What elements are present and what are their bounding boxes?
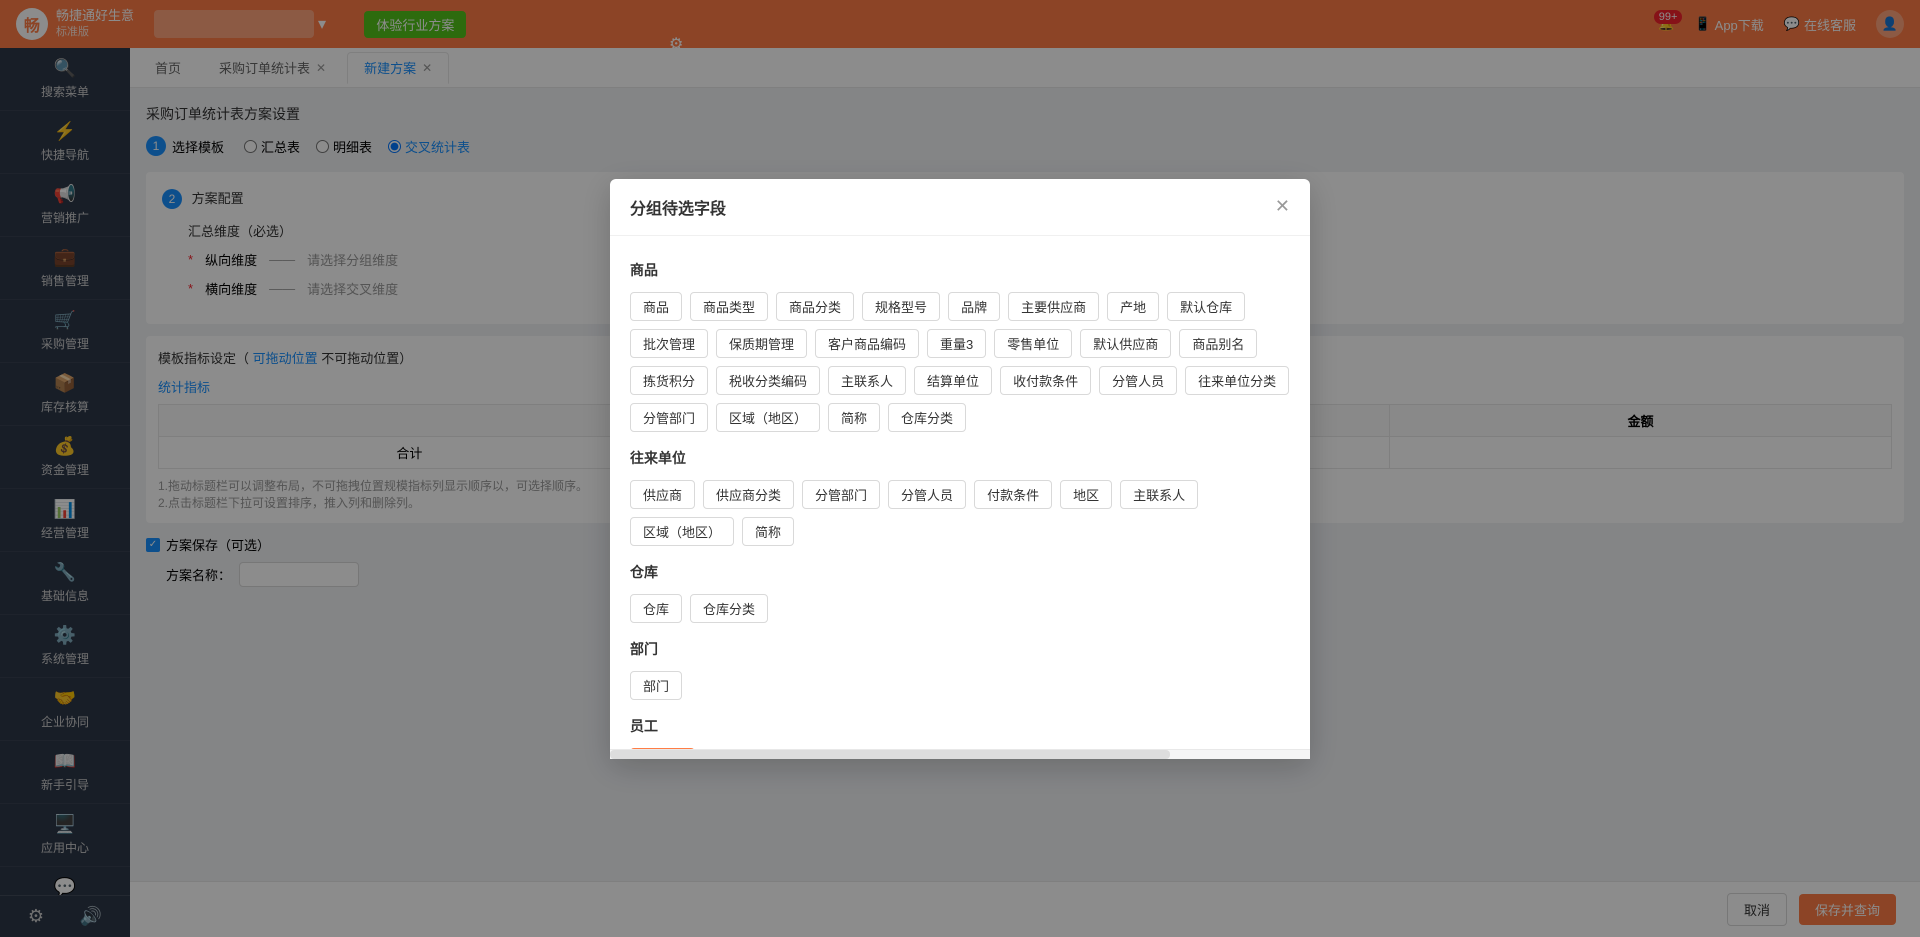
field-tag[interactable]: 商品分类 — [776, 292, 854, 321]
field-tag[interactable]: 主联系人 — [828, 366, 906, 395]
field-select-modal: 分组待选字段 ✕ 商品 商品 商品类型 商品分类 规格型号 品牌 主要供应商 产… — [610, 179, 1310, 759]
field-tag[interactable]: 区域（地区） — [630, 517, 734, 546]
field-tag[interactable]: 主要供应商 — [1008, 292, 1099, 321]
field-tag[interactable]: 产地 — [1107, 292, 1159, 321]
field-tag[interactable]: 分管人员 — [888, 480, 966, 509]
field-tag[interactable]: 付款条件 — [974, 480, 1052, 509]
modal-title: 分组待选字段 — [630, 195, 726, 219]
field-tag[interactable]: 零售单位 — [994, 329, 1072, 358]
field-tag[interactable]: 仓库分类 — [888, 403, 966, 432]
warehouse-field-grid: 仓库 仓库分类 — [630, 594, 1290, 623]
section-title-warehouse: 仓库 — [630, 562, 1290, 582]
field-tag[interactable]: 仓库 — [630, 594, 682, 623]
section-title-staff: 员工 — [630, 716, 1290, 736]
field-tag[interactable]: 规格型号 — [862, 292, 940, 321]
field-tag[interactable]: 简称 — [828, 403, 880, 432]
modal-overlay: 分组待选字段 ✕ 商品 商品 商品类型 商品分类 规格型号 品牌 主要供应商 产… — [0, 0, 1920, 937]
goods-field-grid: 商品 商品类型 商品分类 规格型号 品牌 主要供应商 产地 默认仓库 批次管理 … — [630, 292, 1290, 432]
field-tag[interactable]: 结算单位 — [914, 366, 992, 395]
section-title-goods: 商品 — [630, 260, 1290, 280]
field-tag[interactable]: 默认供应商 — [1080, 329, 1171, 358]
partners-field-grid: 供应商 供应商分类 分管部门 分管人员 付款条件 地区 主联系人 区域（地区） … — [630, 480, 1290, 546]
field-tag[interactable]: 地区 — [1060, 480, 1112, 509]
field-tag[interactable]: 保质期管理 — [716, 329, 807, 358]
field-tag[interactable]: 分管人员 — [1099, 366, 1177, 395]
modal-body: 商品 商品 商品类型 商品分类 规格型号 品牌 主要供应商 产地 默认仓库 批次… — [610, 236, 1310, 749]
field-tag[interactable]: 供应商 — [630, 480, 695, 509]
modal-close-btn[interactable]: ✕ — [1275, 196, 1290, 217]
field-tag[interactable]: 分管部门 — [630, 403, 708, 432]
field-tag[interactable]: 拣货积分 — [630, 366, 708, 395]
field-tag[interactable]: 商品 — [630, 292, 682, 321]
field-tag[interactable]: 区域（地区） — [716, 403, 820, 432]
field-tag[interactable]: 收付款条件 — [1000, 366, 1091, 395]
field-tag[interactable]: 仓库分类 — [690, 594, 768, 623]
modal-header: 分组待选字段 ✕ — [610, 179, 1310, 236]
dept-field-grid: 部门 — [630, 671, 1290, 700]
field-tag[interactable]: 税收分类编码 — [716, 366, 820, 395]
field-tag[interactable]: 分管部门 — [802, 480, 880, 509]
field-tag[interactable]: 供应商分类 — [703, 480, 794, 509]
field-tag[interactable]: 默认仓库 — [1167, 292, 1245, 321]
field-tag[interactable]: 重量3 — [927, 329, 986, 358]
section-title-partners: 往来单位 — [630, 448, 1290, 468]
field-tag[interactable]: 商品类型 — [690, 292, 768, 321]
field-tag[interactable]: 主联系人 — [1120, 480, 1198, 509]
field-tag[interactable]: 部门 — [630, 671, 682, 700]
section-title-dept: 部门 — [630, 639, 1290, 659]
field-tag[interactable]: 客户商品编码 — [815, 329, 919, 358]
modal-h-scrollbar-thumb — [610, 750, 1170, 759]
field-tag[interactable]: 往来单位分类 — [1185, 366, 1289, 395]
field-tag[interactable]: 批次管理 — [630, 329, 708, 358]
field-tag[interactable]: 简称 — [742, 517, 794, 546]
field-tag[interactable]: 品牌 — [948, 292, 1000, 321]
field-tag[interactable]: 商品别名 — [1179, 329, 1257, 358]
modal-h-scrollbar[interactable] — [610, 749, 1310, 759]
